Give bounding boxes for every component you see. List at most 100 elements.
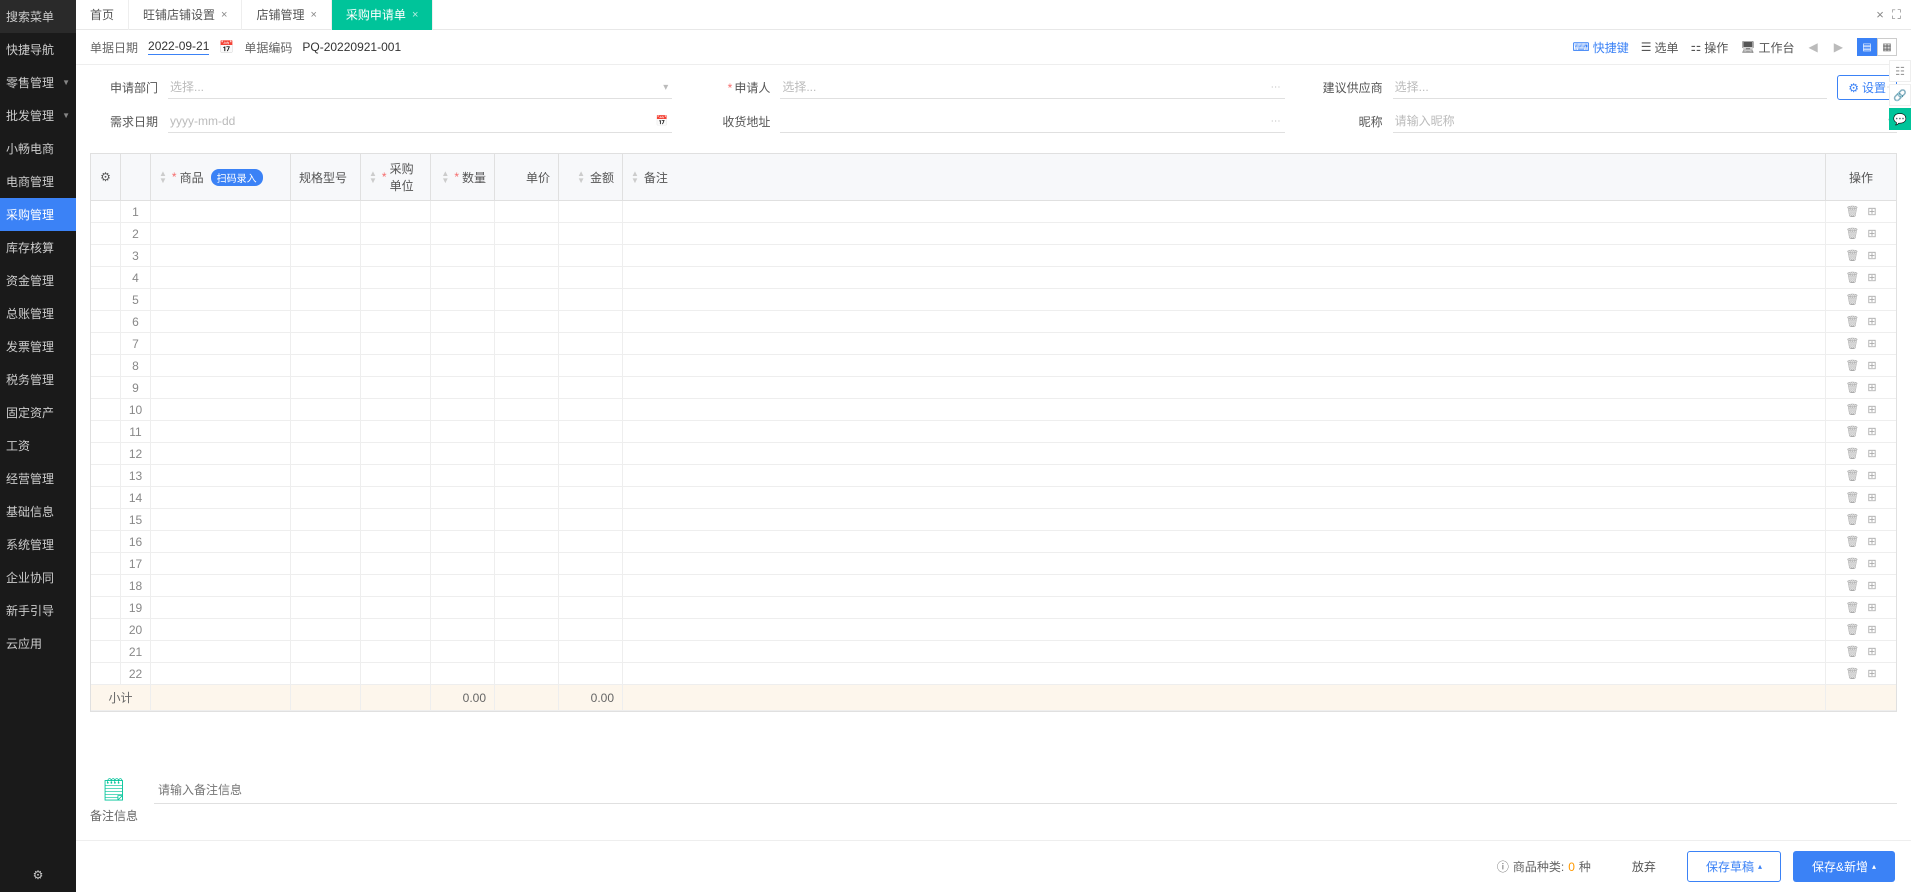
rail-detail-icon[interactable]: ☷ (1889, 60, 1911, 82)
column-qty[interactable]: ▲▼*数量 (431, 154, 495, 200)
table-row[interactable]: 16🗑⊞ (91, 531, 1896, 553)
view-list-button[interactable]: ▤ (1857, 38, 1877, 56)
sidebar-settings[interactable]: ⚙ (0, 858, 76, 892)
table-row[interactable]: 1🗑⊞ (91, 201, 1896, 223)
copy-icon[interactable]: ⊞ (1867, 469, 1876, 482)
sidebar-item-15[interactable]: 基础信息 (0, 495, 76, 528)
delete-icon[interactable]: 🗑 (1845, 667, 1859, 680)
sidebar-item-5[interactable]: 电商管理 (0, 165, 76, 198)
sidebar-item-9[interactable]: 总账管理 (0, 297, 76, 330)
tab-1[interactable]: 旺铺店铺设置× (129, 0, 242, 30)
calendar-icon[interactable]: 📅 (219, 40, 234, 54)
close-icon[interactable]: × (412, 9, 418, 21)
rail-attachment-icon[interactable]: 🔗 (1889, 84, 1911, 106)
table-row[interactable]: 12🗑⊞ (91, 443, 1896, 465)
more-icon[interactable]: ⋯ (1271, 82, 1281, 93)
copy-icon[interactable]: ⊞ (1867, 623, 1876, 636)
delete-icon[interactable]: 🗑 (1845, 227, 1859, 240)
copy-icon[interactable]: ⊞ (1867, 535, 1876, 548)
next-arrow[interactable]: ▶ (1832, 40, 1845, 54)
close-icon[interactable]: × (221, 9, 227, 21)
copy-icon[interactable]: ⊞ (1867, 491, 1876, 504)
operate-link[interactable]: ⚏操作 (1691, 39, 1729, 56)
table-row[interactable]: 21🗑⊞ (91, 641, 1896, 663)
copy-icon[interactable]: ⊞ (1867, 359, 1876, 372)
close-all-tabs-icon[interactable]: × (1876, 7, 1884, 22)
delete-icon[interactable]: 🗑 (1845, 205, 1859, 218)
delete-icon[interactable]: 🗑 (1845, 381, 1859, 394)
delete-icon[interactable]: 🗑 (1845, 623, 1859, 636)
table-row[interactable]: 19🗑⊞ (91, 597, 1896, 619)
copy-icon[interactable]: ⊞ (1867, 579, 1876, 592)
addr-input[interactable] (780, 110, 1284, 133)
sidebar-item-8[interactable]: 资金管理 (0, 264, 76, 297)
fullscreen-icon[interactable]: ⛶ (1892, 7, 1901, 23)
column-price[interactable]: 单价 (495, 154, 559, 200)
date-value[interactable]: 2022-09-21 (148, 39, 209, 55)
copy-icon[interactable]: ⊞ (1867, 315, 1876, 328)
copy-icon[interactable]: ⊞ (1867, 271, 1876, 284)
delete-icon[interactable]: 🗑 (1845, 337, 1859, 350)
calendar-icon[interactable]: 📅 (656, 116, 668, 127)
table-row[interactable]: 10🗑⊞ (91, 399, 1896, 421)
sidebar-item-11[interactable]: 税务管理 (0, 363, 76, 396)
delete-icon[interactable]: 🗑 (1845, 447, 1859, 460)
copy-icon[interactable]: ⊞ (1867, 249, 1876, 262)
more-icon[interactable]: ⋯ (1271, 116, 1281, 127)
table-row[interactable]: 22🗑⊞ (91, 663, 1896, 685)
copy-icon[interactable]: ⊞ (1867, 337, 1876, 350)
sidebar-item-1[interactable]: 快捷导航 (0, 33, 76, 66)
applicant-select[interactable] (780, 76, 1284, 99)
column-amount[interactable]: ▲▼金额 (559, 154, 623, 200)
table-row[interactable]: 9🗑⊞ (91, 377, 1896, 399)
save-new-button[interactable]: 保存&新增▴ (1793, 851, 1895, 882)
delete-icon[interactable]: 🗑 (1845, 359, 1859, 372)
abandon-button[interactable]: 放弃 (1613, 851, 1675, 882)
supplier-select[interactable] (1393, 76, 1828, 99)
table-row[interactable]: 15🗑⊞ (91, 509, 1896, 531)
sidebar-item-18[interactable]: 新手引导 (0, 594, 76, 627)
column-unit[interactable]: ▲▼*采购单位 (361, 154, 431, 200)
chevron-down-icon[interactable]: ▾ (663, 82, 668, 93)
delete-icon[interactable]: 🗑 (1845, 469, 1859, 482)
copy-icon[interactable]: ⊞ (1867, 293, 1876, 306)
tab-0[interactable]: 首页 (76, 0, 129, 30)
column-remark[interactable]: ▲▼备注 (623, 154, 1826, 200)
table-row[interactable]: 3🗑⊞ (91, 245, 1896, 267)
close-icon[interactable]: × (310, 9, 316, 21)
copy-icon[interactable]: ⊞ (1867, 205, 1876, 218)
shortcut-link[interactable]: ⌨快捷键 (1572, 39, 1628, 56)
table-row[interactable]: 20🗑⊞ (91, 619, 1896, 641)
nickname-input[interactable] (1393, 110, 1897, 133)
view-card-button[interactable]: ▦ (1877, 38, 1897, 56)
workbench-link[interactable]: 🖥工作台 (1740, 39, 1794, 56)
delete-icon[interactable]: 🗑 (1845, 601, 1859, 614)
prev-arrow[interactable]: ◀ (1807, 40, 1820, 54)
sidebar-item-2[interactable]: 零售管理▼ (0, 66, 76, 99)
sidebar-item-17[interactable]: 企业协同 (0, 561, 76, 594)
sidebar-item-0[interactable]: 搜索菜单 (0, 0, 76, 33)
delete-icon[interactable]: 🗑 (1845, 425, 1859, 438)
copy-icon[interactable]: ⊞ (1867, 381, 1876, 394)
table-row[interactable]: 5🗑⊞ (91, 289, 1896, 311)
copy-icon[interactable]: ⊞ (1867, 557, 1876, 570)
delete-icon[interactable]: 🗑 (1845, 293, 1859, 306)
sidebar-item-7[interactable]: 库存核算 (0, 231, 76, 264)
tab-2[interactable]: 店铺管理× (242, 0, 331, 30)
table-row[interactable]: 17🗑⊞ (91, 553, 1896, 575)
copy-icon[interactable]: ⊞ (1867, 513, 1876, 526)
copy-icon[interactable]: ⊞ (1867, 425, 1876, 438)
sidebar-item-19[interactable]: 云应用 (0, 627, 76, 660)
delete-icon[interactable]: 🗑 (1845, 535, 1859, 548)
table-row[interactable]: 13🗑⊞ (91, 465, 1896, 487)
sidebar-item-13[interactable]: 工资 (0, 429, 76, 462)
delete-icon[interactable]: 🗑 (1845, 645, 1859, 658)
remarks-input[interactable] (154, 777, 1897, 804)
table-row[interactable]: 18🗑⊞ (91, 575, 1896, 597)
table-row[interactable]: 8🗑⊞ (91, 355, 1896, 377)
save-draft-button[interactable]: 保存草稿▴ (1687, 851, 1781, 882)
table-row[interactable]: 4🗑⊞ (91, 267, 1896, 289)
table-row[interactable]: 7🗑⊞ (91, 333, 1896, 355)
dept-select[interactable] (168, 76, 672, 99)
delete-icon[interactable]: 🗑 (1845, 579, 1859, 592)
